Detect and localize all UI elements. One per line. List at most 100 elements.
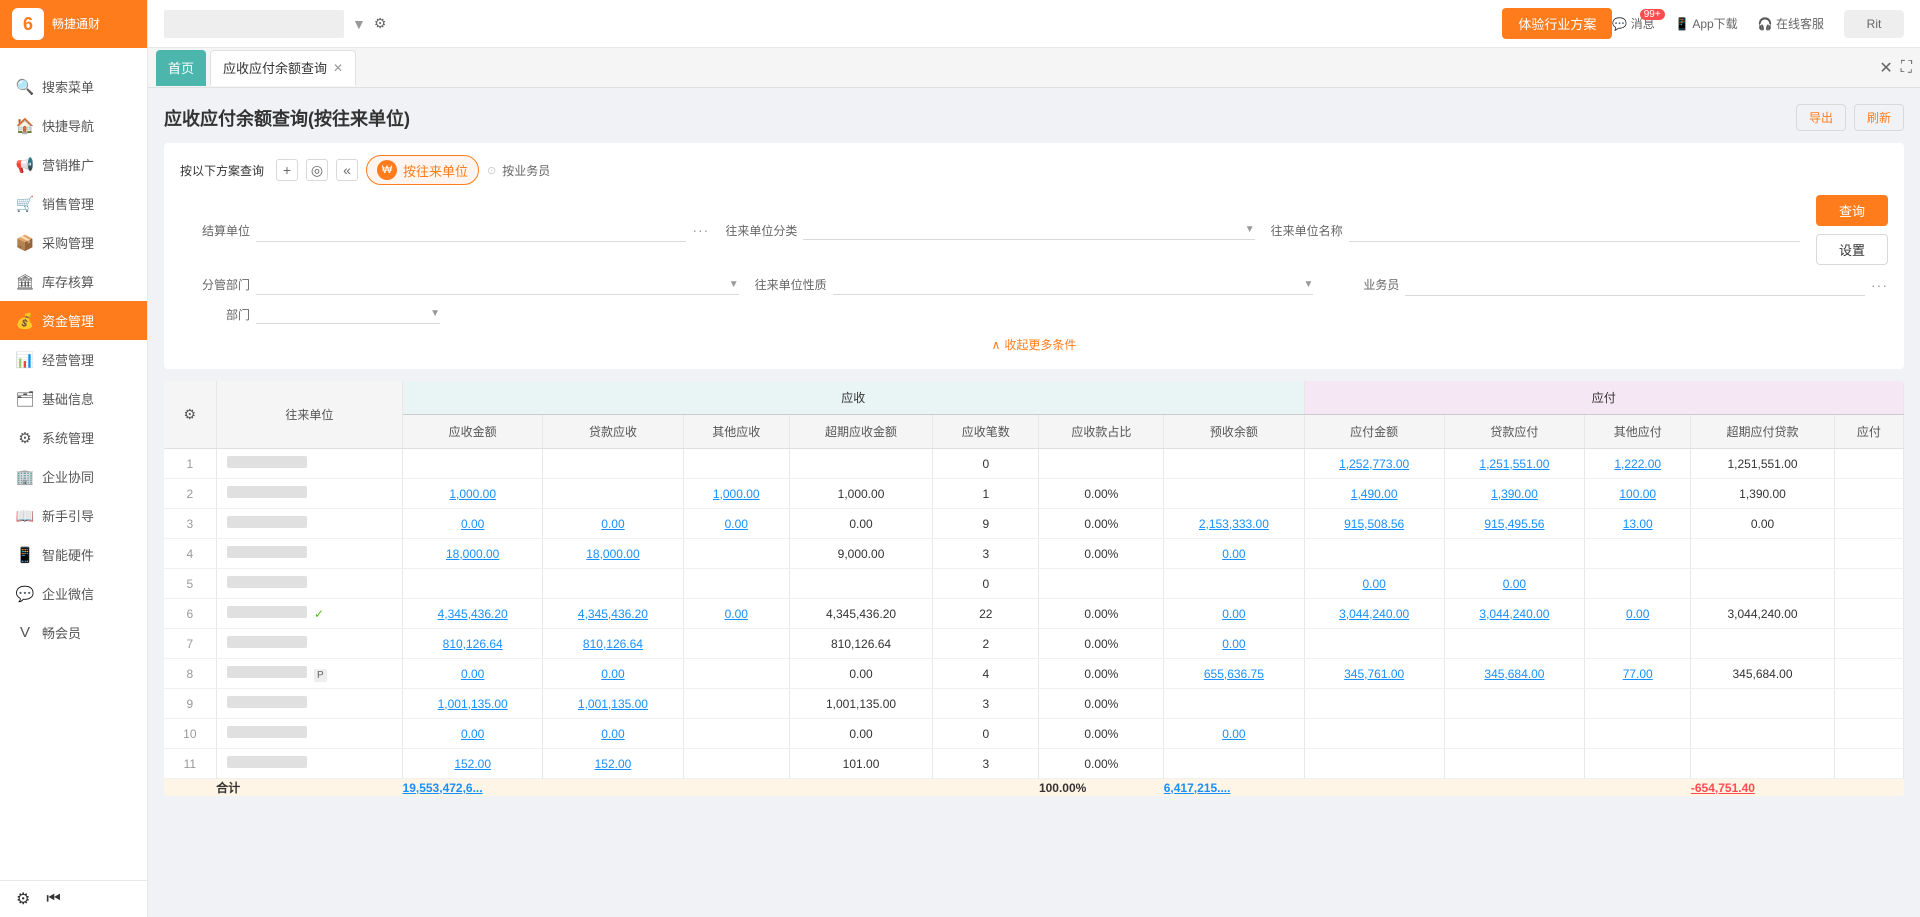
tab-query[interactable]: 应收应付余额查询 ✕ — [210, 50, 356, 86]
col-settings[interactable]: ⚙ — [164, 381, 216, 449]
footer-yy-ye[interactable]: 6,417,215.... — [1164, 779, 1304, 797]
row-cq-ys: 810,126.64 — [789, 629, 932, 659]
filter-more-btn[interactable]: « — [336, 159, 358, 181]
sidebar-item-hardware[interactable]: 📱 智能硬件 — [0, 535, 147, 574]
row-ys-bs: 0 — [933, 569, 1039, 599]
sidebar-label-basic: 基础信息 — [42, 389, 94, 408]
footer-ys-je[interactable]: 19,553,472,6... — [403, 779, 543, 797]
sidebar-item-guide[interactable]: 📖 新手引导 — [0, 496, 147, 535]
filter-select-xingzhi[interactable]: ▼ — [833, 275, 1314, 295]
row-partner — [216, 539, 402, 569]
sidebar-label-search: 搜索菜单 — [42, 77, 94, 96]
row-qt-ys — [683, 449, 789, 479]
query-button[interactable]: 查询 — [1816, 195, 1888, 226]
sidebar-label-finance: 资金管理 — [42, 311, 94, 330]
app-download-label: App下载 — [1692, 17, 1737, 31]
filter-input-wanglai-name[interactable] — [1349, 219, 1800, 242]
tab-bar-expand-icon[interactable]: ⛶ — [1901, 59, 1912, 77]
row-ys-je: 810,126.64 — [403, 629, 543, 659]
sidebar-item-quicknav[interactable]: 🏠 快捷导航 — [0, 106, 147, 145]
sidebar-item-inventory[interactable]: 🏛 库存核算 — [0, 262, 147, 301]
sidebar-item-weixin[interactable]: 💬 企业微信 — [0, 574, 147, 613]
row-cq-ys: 9,000.00 — [789, 539, 932, 569]
filter-option-salesman[interactable]: ⊙ 按业务员 — [487, 162, 550, 179]
filter-select-wanglai-fenlei[interactable]: ▼ — [803, 220, 1254, 240]
online-service-area[interactable]: 🎧 在线客服 — [1758, 15, 1824, 32]
row-cq-ys: 1,001,135.00 — [789, 689, 932, 719]
message-icon-area[interactable]: 💬 99+ 消息 — [1612, 15, 1654, 32]
filter-label-jiesuan: 结算单位 — [180, 222, 250, 239]
jiesuan-ellipsis[interactable]: ··· — [692, 222, 709, 238]
row-idx: 11 — [164, 749, 216, 779]
filter-select-fenguan[interactable]: ▼ — [256, 275, 739, 295]
sidebar-item-finance[interactable]: 💰 资金管理 — [0, 301, 147, 340]
filter-row-2: 分管部门 ▼ 往来单位性质 ▼ 业务员 ··· — [180, 273, 1888, 296]
footer-cq-yf[interactable]: -654,751.40 — [1691, 779, 1834, 797]
sidebar-item-operations[interactable]: 📊 经营管理 — [0, 340, 147, 379]
settings-icon[interactable]: ⚙ — [16, 889, 30, 909]
filter-input-jiesuan[interactable] — [256, 219, 686, 242]
col-cq-ys: 超期应收金额 — [789, 415, 932, 449]
filter-option-partner[interactable]: ₩ 按往来单位 — [366, 155, 479, 185]
yewuyuan-ellipsis[interactable]: ··· — [1871, 277, 1888, 293]
export-button[interactable]: 导出 — [1796, 104, 1846, 131]
page-actions: 导出 刷新 — [1796, 104, 1904, 131]
setting-button[interactable]: 设置 — [1816, 234, 1888, 265]
sidebar-bottom: ⚙ ⏮ — [0, 880, 147, 917]
collapse-label: 收起更多条件 — [1004, 336, 1076, 353]
sidebar-item-search[interactable]: 🔍 搜索菜单 — [0, 67, 147, 106]
row-idx: 2 — [164, 479, 216, 509]
user-avatar[interactable]: Rit — [1844, 10, 1904, 38]
row-qt-yf: 1,222.00 — [1585, 449, 1691, 479]
row-ys-zb: 0.00% — [1039, 659, 1164, 689]
collapse-btn[interactable]: ∧ 收起更多条件 — [180, 332, 1888, 357]
partner-placeholder — [227, 636, 307, 648]
sidebar-item-purchase[interactable]: 📦 采购管理 — [0, 223, 147, 262]
app-download-area[interactable]: 📱 App下载 — [1675, 15, 1738, 32]
table-row: 1 0 1,252,773.00 1,251,551.00 1,222.00 1… — [164, 449, 1904, 479]
row-ys-bs: 2 — [933, 629, 1039, 659]
table-settings-icon[interactable]: ⚙ — [184, 406, 197, 422]
tab-close-icon[interactable]: ✕ — [333, 61, 343, 75]
message-icon: 💬 — [1612, 17, 1627, 31]
page-header: 应收应付余额查询(按往来单位) 导出 刷新 — [164, 104, 1904, 131]
row-ys-zb: 0.00% — [1039, 539, 1164, 569]
row-yf2 — [1834, 539, 1903, 569]
filter-field-jiesuan: 结算单位 ··· — [180, 219, 709, 242]
filter-row-1: 结算单位 ··· 往来单位分类 ▼ 往来单位名称 查询 设置 — [180, 195, 1888, 265]
sidebar-item-system[interactable]: ⚙ 系统管理 — [0, 418, 147, 457]
row-idx: 4 — [164, 539, 216, 569]
row-yy-ye: 0.00 — [1164, 719, 1304, 749]
sidebar-item-basic[interactable]: 🗂 基础信息 — [0, 379, 147, 418]
refresh-button[interactable]: 刷新 — [1854, 104, 1904, 131]
inventory-icon: 🏛 — [16, 273, 34, 291]
row-yy-ye — [1164, 569, 1304, 599]
row-ys-zb: 0.00% — [1039, 599, 1164, 629]
settings-top-icon[interactable]: ⚙ — [374, 15, 387, 32]
row-ys-je: 1,000.00 — [403, 479, 543, 509]
row-yy-ye — [1164, 689, 1304, 719]
tab-home[interactable]: 首页 — [156, 50, 206, 86]
row-partner: P — [216, 659, 402, 689]
add-filter-btn[interactable]: + — [276, 159, 298, 181]
filter-select-bumen[interactable]: ▼ — [256, 304, 440, 324]
filter-settings-btn[interactable]: ◎ — [306, 159, 328, 181]
sidebar-item-enterprise[interactable]: 🏢 企业协同 — [0, 457, 147, 496]
sidebar-item-member[interactable]: V 畅会员 — [0, 613, 147, 652]
sidebar-item-marketing[interactable]: 📢 营销推广 — [0, 145, 147, 184]
row-ys-je: 0.00 — [403, 719, 543, 749]
col-partner-header: 往来单位 — [216, 381, 402, 449]
sidebar-item-sales[interactable]: 🛒 销售管理 — [0, 184, 147, 223]
row-yf2 — [1834, 719, 1903, 749]
table-row: 7 810,126.64 810,126.64 810,126.64 2 0.0… — [164, 629, 1904, 659]
row-qt-yf — [1585, 719, 1691, 749]
row-idx: 5 — [164, 569, 216, 599]
tab-bar-close-icon[interactable]: ✕ — [1879, 58, 1892, 78]
table-row: 9 1,001,135.00 1,001,135.00 1,001,135.00… — [164, 689, 1904, 719]
industry-btn[interactable]: 体验行业方案 — [1502, 8, 1612, 39]
row-qt-yf — [1585, 749, 1691, 779]
filter-input-yewuyuan[interactable] — [1405, 273, 1865, 296]
collapse-icon[interactable]: ⏮ — [46, 890, 60, 908]
col-group-yingshou: 应收 — [403, 381, 1304, 415]
partner-placeholder — [227, 606, 307, 618]
